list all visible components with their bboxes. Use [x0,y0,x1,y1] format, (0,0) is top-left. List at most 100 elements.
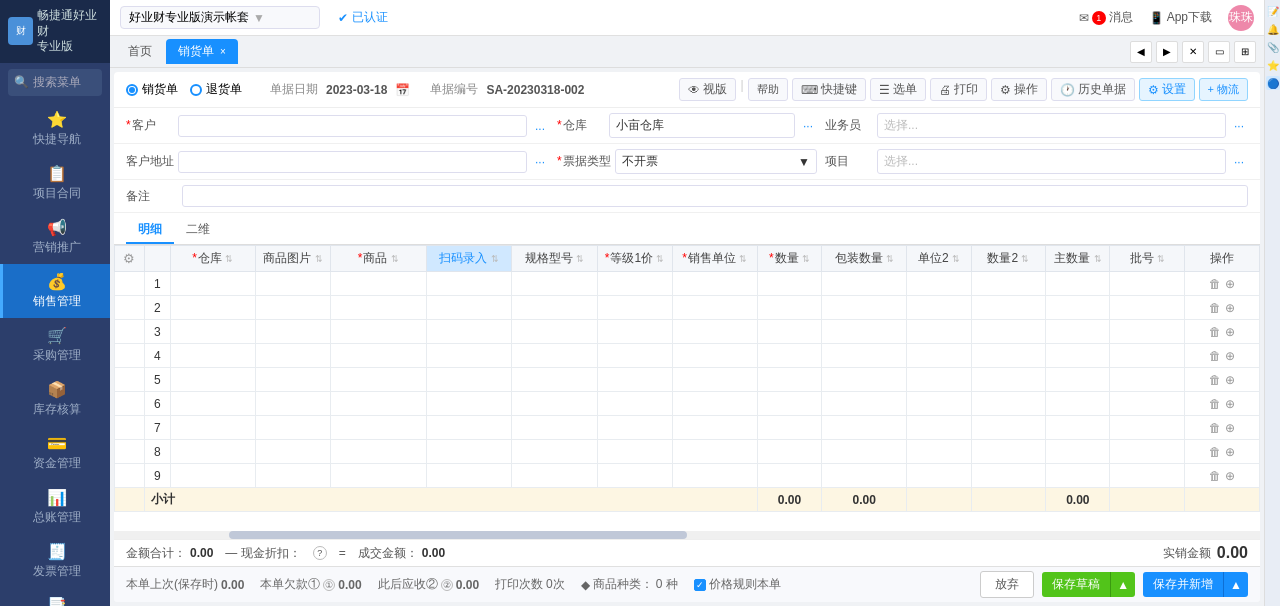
tab-2d[interactable]: 二维 [174,217,222,244]
row-batch[interactable] [1110,344,1185,368]
row-price1[interactable] [597,464,672,488]
row-warehouse[interactable] [170,440,255,464]
row-qty[interactable] [757,464,821,488]
row-spec[interactable] [512,392,597,416]
row-qty2[interactable] [971,344,1046,368]
copy-icon[interactable]: ⊕ [1225,469,1235,483]
row-scan[interactable] [426,440,511,464]
right-panel-icon-3[interactable]: 📎 [1266,40,1280,54]
row-spec[interactable] [512,464,597,488]
row-scan[interactable] [426,320,511,344]
tab-next-btn[interactable]: ▶ [1156,41,1178,63]
tab-home[interactable]: 首页 [118,39,162,64]
row-spec[interactable] [512,368,597,392]
row-scan[interactable] [426,296,511,320]
tab-expand-btn[interactable]: ▭ [1208,41,1230,63]
discard-btn[interactable]: 放弃 [980,571,1034,598]
user-avatar[interactable]: 珠珠 [1228,5,1254,31]
row-pack-qty[interactable] [822,440,907,464]
row-goods[interactable] [330,368,426,392]
row-warehouse[interactable] [170,344,255,368]
row-unit2[interactable] [907,440,971,464]
customer-input[interactable] [178,115,527,137]
row-spec[interactable] [512,296,597,320]
copy-icon[interactable]: ⊕ [1225,325,1235,339]
row-unit2[interactable] [907,416,971,440]
row-price1[interactable] [597,296,672,320]
row-warehouse[interactable] [170,320,255,344]
history-btn[interactable]: 🕐 历史单据 [1051,78,1135,101]
warehouse-more-icon[interactable]: ··· [799,119,817,133]
shortcut-btn[interactable]: ⌨ 快捷键 [792,78,866,101]
delete-icon[interactable]: 🗑 [1209,421,1221,435]
row-warehouse[interactable] [170,392,255,416]
select-btn[interactable]: ☰ 选单 [870,78,926,101]
delete-icon[interactable]: 🗑 [1209,445,1221,459]
row-warehouse[interactable] [170,416,255,440]
app-download-btn[interactable]: 📱 App下载 [1149,9,1212,26]
row-image[interactable] [255,296,330,320]
row-qty2[interactable] [971,440,1046,464]
th-pack-qty[interactable]: 包装数量 ⇅ [822,246,907,272]
th-main-qty[interactable]: 主数量 ⇅ [1046,246,1110,272]
sidebar-item-tax[interactable]: 📑 税务管理 [0,588,110,606]
th-batch[interactable]: 批号 ⇅ [1110,246,1185,272]
row-pack-qty[interactable] [822,344,907,368]
row-unit2[interactable] [907,344,971,368]
addr-input[interactable] [178,151,527,173]
customer-more-icon[interactable]: ... [531,119,549,133]
row-price1[interactable] [597,440,672,464]
row-goods[interactable] [330,464,426,488]
radio-return[interactable]: 退货单 [190,81,242,98]
sidebar-item-purchase[interactable]: 🛒 采购管理 [0,318,110,372]
row-qty2[interactable] [971,416,1046,440]
row-warehouse[interactable] [170,464,255,488]
row-unit[interactable] [672,416,757,440]
addr-more-icon[interactable]: ··· [531,155,549,169]
row-scan[interactable] [426,416,511,440]
row-price1[interactable] [597,392,672,416]
copy-icon[interactable]: ⊕ [1225,301,1235,315]
row-price1[interactable] [597,416,672,440]
row-goods[interactable] [330,272,426,296]
calendar-icon[interactable]: 📅 [395,83,410,97]
row-scan[interactable] [426,272,511,296]
row-qty[interactable] [757,440,821,464]
row-scan[interactable] [426,368,511,392]
save-draft-btn[interactable]: 保存草稿 [1042,572,1110,597]
row-unit[interactable] [672,296,757,320]
row-unit[interactable] [672,464,757,488]
delete-icon[interactable]: 🗑 [1209,469,1221,483]
th-image[interactable]: 商品图片 ⇅ [255,246,330,272]
row-qty[interactable] [757,272,821,296]
h-scrollbar[interactable] [114,531,1260,539]
row-spec[interactable] [512,416,597,440]
right-panel-icon-4[interactable]: ⭐ [1266,58,1280,72]
row-goods[interactable] [330,296,426,320]
row-batch[interactable] [1110,464,1185,488]
sidebar-item-inventory[interactable]: 📦 库存核算 [0,372,110,426]
th-settings[interactable]: ⚙ [115,246,145,272]
row-qty[interactable] [757,368,821,392]
help-btn[interactable]: 帮助 [748,78,788,101]
copy-icon[interactable]: ⊕ [1225,421,1235,435]
row-main-qty[interactable] [1046,416,1110,440]
message-btn[interactable]: ✉ 1 消息 [1079,9,1133,26]
row-pack-qty[interactable] [822,272,907,296]
row-goods[interactable] [330,344,426,368]
row-qty[interactable] [757,392,821,416]
row-warehouse[interactable] [170,368,255,392]
row-unit2[interactable] [907,272,971,296]
row-qty[interactable] [757,296,821,320]
th-goods[interactable]: *商品 ⇅ [330,246,426,272]
save-new-arrow-btn[interactable]: ▲ [1223,572,1248,597]
row-spec[interactable] [512,272,597,296]
row-main-qty[interactable] [1046,440,1110,464]
delete-icon[interactable]: 🗑 [1209,325,1221,339]
row-image[interactable] [255,416,330,440]
row-unit2[interactable] [907,464,971,488]
row-warehouse[interactable] [170,272,255,296]
th-unit2[interactable]: 单位2 ⇅ [907,246,971,272]
row-spec[interactable] [512,344,597,368]
project-input[interactable]: 选择... [877,149,1226,174]
